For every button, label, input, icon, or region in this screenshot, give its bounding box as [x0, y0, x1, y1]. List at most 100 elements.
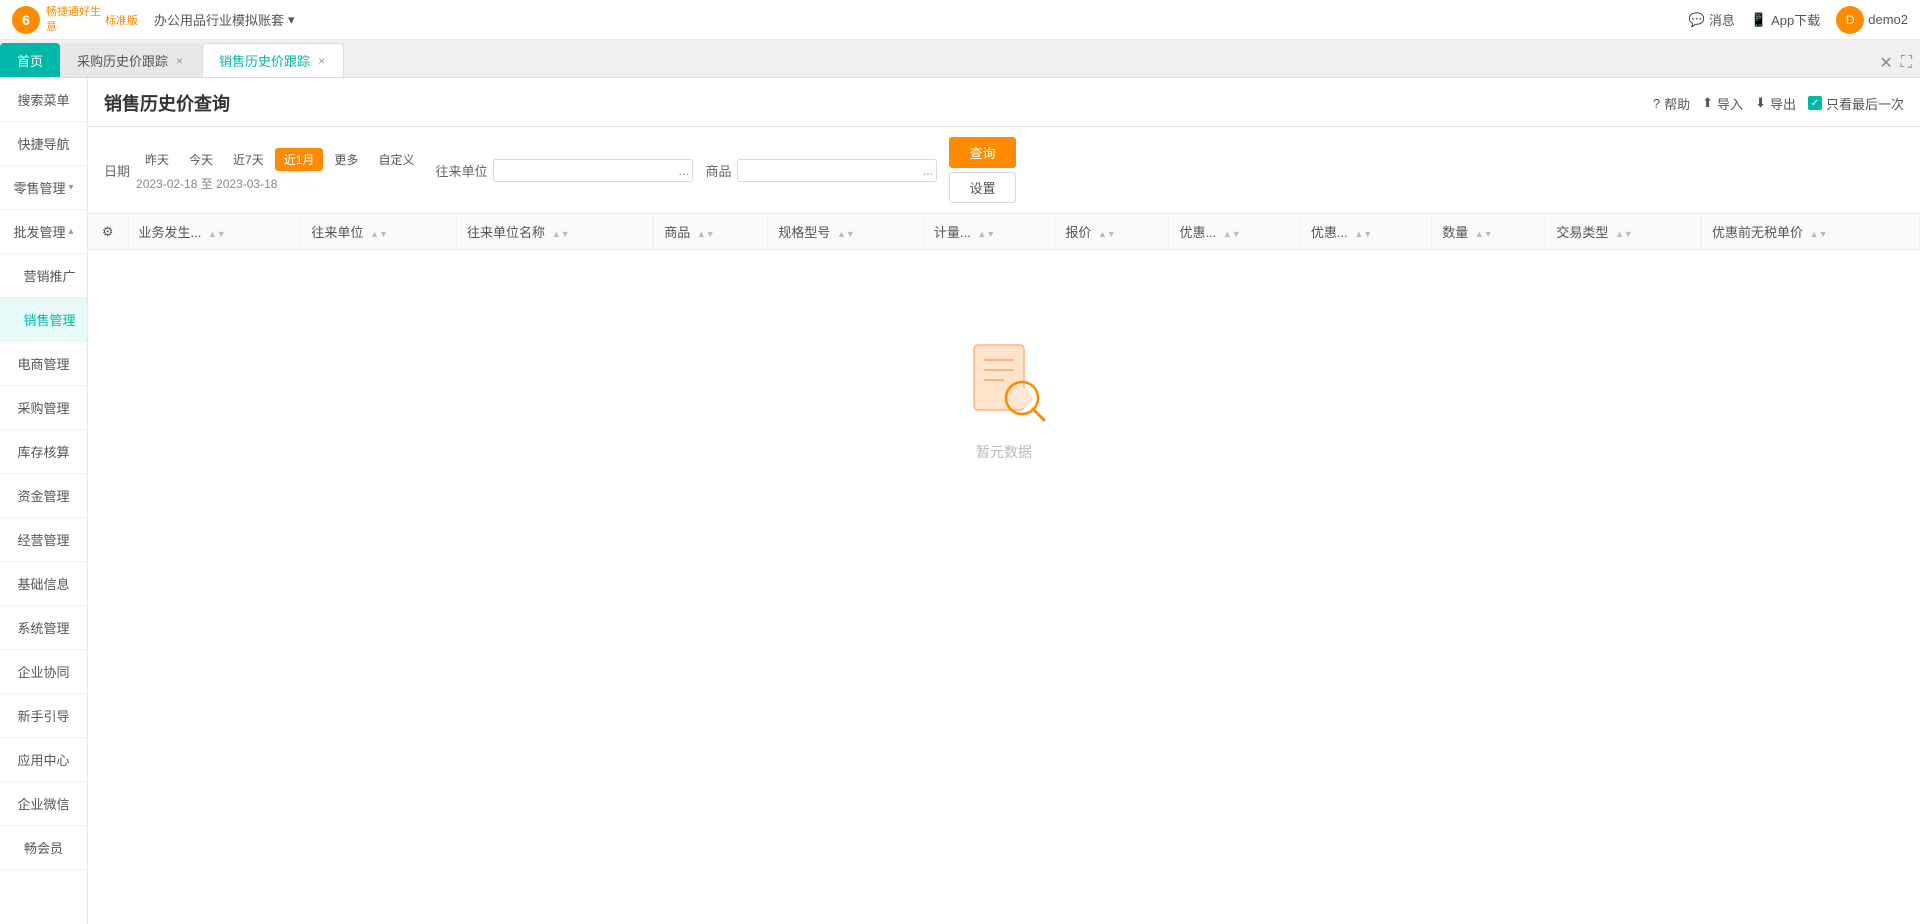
- filter-area: 日期 昨天 今天 近7天 近1月 更多 自定义 2023-02-18 至 202…: [88, 127, 1920, 214]
- chevron-down-icon: ▾: [68, 182, 73, 193]
- sidebar-item-label: 系统管理: [17, 618, 69, 637]
- tab-home[interactable]: 首页: [0, 43, 60, 77]
- sidebar-item-label: 零售管理: [13, 178, 65, 197]
- partner-input[interactable]: [502, 163, 678, 178]
- date-btn-yesterday[interactable]: 昨天: [136, 148, 178, 171]
- export-btn[interactable]: ⬇ 导出: [1755, 94, 1796, 113]
- app-name: 办公用品行业模拟账套: [154, 10, 284, 29]
- chevron-down-icon: ▾: [288, 12, 295, 28]
- close-window-icon[interactable]: ✕: [1879, 53, 1892, 73]
- date-filter-label: 日期: [104, 161, 130, 180]
- settings-button[interactable]: 设置: [949, 172, 1015, 203]
- th-partner-name: 往来单位名称 ▲▼: [457, 214, 654, 250]
- search-button[interactable]: 查询: [949, 137, 1015, 168]
- sidebar-item-label: 经营管理: [17, 530, 69, 549]
- sidebar-item-search-menu[interactable]: 搜索菜单: [0, 78, 87, 122]
- sidebar-item-basic-info[interactable]: 基础信息: [0, 562, 87, 606]
- goods-filter-group: 商品 ...: [705, 159, 937, 182]
- partner-dots[interactable]: ...: [678, 163, 689, 178]
- app-download-label: App下载: [1771, 10, 1820, 29]
- date-btn-1month[interactable]: 近1月: [275, 148, 324, 171]
- sort-icon[interactable]: ▲▼: [208, 229, 226, 239]
- sidebar-item-wechat[interactable]: 企业微信: [0, 782, 87, 826]
- date-btn-more[interactable]: 更多: [325, 148, 367, 171]
- header-right: 💬 消息 📱 App下载 D demo2: [1689, 6, 1908, 34]
- sort-icon[interactable]: ▲▼: [977, 229, 995, 239]
- th-discount1-label: 优惠...: [1179, 225, 1216, 240]
- partner-input-wrap[interactable]: ...: [493, 159, 693, 182]
- sort-icon[interactable]: ▲▼: [370, 229, 388, 239]
- th-spec: 规格型号 ▲▼: [768, 214, 924, 250]
- sort-icon[interactable]: ▲▼: [1223, 229, 1241, 239]
- sidebar-item-purchase[interactable]: 采购管理: [0, 386, 87, 430]
- sidebar-item-sales[interactable]: 销售管理: [0, 298, 87, 342]
- sidebar-item-wholesale[interactable]: 批发管理 ▴: [0, 210, 87, 254]
- sidebar-item-marketing[interactable]: 营销推广: [0, 254, 87, 298]
- sidebar-item-guide[interactable]: 新手引导: [0, 694, 87, 738]
- sidebar-item-label: 应用中心: [17, 750, 69, 769]
- th-discount2: 优惠... ▲▼: [1300, 214, 1431, 250]
- sidebar-item-operations[interactable]: 经营管理: [0, 518, 87, 562]
- sidebar-item-ecommerce[interactable]: 电商管理: [0, 342, 87, 386]
- th-partner-name-label: 往来单位名称: [467, 225, 545, 240]
- th-settings[interactable]: ⚙: [88, 214, 128, 250]
- sidebar-item-retail[interactable]: 零售管理 ▾: [0, 166, 87, 210]
- th-discount2-label: 优惠...: [1311, 225, 1348, 240]
- sidebar-item-label: 库存核算: [17, 442, 69, 461]
- app-download-action[interactable]: 📱 App下载: [1751, 10, 1820, 29]
- import-btn[interactable]: ⬆ 导入: [1702, 94, 1743, 113]
- app-selector[interactable]: 办公用品行业模拟账套 ▾: [146, 6, 303, 33]
- tab-purchase-history[interactable]: 采购历史价跟踪 ×: [60, 43, 202, 77]
- avatar: D: [1836, 6, 1864, 34]
- th-price-label: 报价: [1065, 225, 1091, 240]
- sidebar-item-app-center[interactable]: 应用中心: [0, 738, 87, 782]
- sidebar-item-inventory[interactable]: 库存核算: [0, 430, 87, 474]
- date-btn-today[interactable]: 今天: [180, 148, 222, 171]
- date-btn-custom[interactable]: 自定义: [369, 148, 423, 171]
- sort-icon[interactable]: ▲▼: [1354, 229, 1372, 239]
- sort-icon[interactable]: ▲▼: [552, 229, 570, 239]
- partner-filter-group: 往来单位 ...: [435, 159, 693, 182]
- sidebar-item-finance[interactable]: 资金管理: [0, 474, 87, 518]
- sort-icon[interactable]: ▲▼: [1810, 229, 1828, 239]
- gear-icon[interactable]: ⚙: [102, 224, 114, 239]
- sort-icon[interactable]: ▲▼: [1098, 229, 1116, 239]
- partner-label: 往来单位: [435, 161, 487, 180]
- date-btn-7days[interactable]: 近7天: [224, 148, 273, 171]
- th-unit: 计量... ▲▼: [923, 214, 1054, 250]
- checkbox-label-text: 只看最后一次: [1826, 94, 1904, 113]
- sidebar-item-enterprise[interactable]: 企业协同: [0, 650, 87, 694]
- sidebar-item-label: 搜索菜单: [17, 90, 69, 109]
- sidebar-item-label: 企业微信: [17, 794, 69, 813]
- last-only-checkbox[interactable]: ✓ 只看最后一次: [1808, 94, 1904, 113]
- maximize-icon[interactable]: ⛶: [1901, 54, 1912, 72]
- tab-sales-history[interactable]: 销售历史价跟踪 ×: [202, 43, 344, 77]
- sort-icon[interactable]: ▲▼: [1475, 229, 1493, 239]
- sidebar-item-member[interactable]: 畅会员: [0, 826, 87, 870]
- tab-purchase-close[interactable]: ×: [174, 52, 185, 70]
- sidebar-item-label: 企业协同: [17, 662, 69, 681]
- sidebar-item-label: 批发管理: [13, 222, 65, 241]
- sidebar-item-quick-nav[interactable]: 快捷导航: [0, 122, 87, 166]
- th-trade-type: 交易类型 ▲▼: [1546, 214, 1702, 250]
- tabs-bar: 首页 采购历史价跟踪 × 销售历史价跟踪 × ✕ ⛶: [0, 40, 1920, 78]
- export-icon: ⬇: [1755, 95, 1766, 111]
- export-label: 导出: [1770, 94, 1796, 113]
- goods-dots[interactable]: ...: [922, 163, 933, 178]
- sort-icon[interactable]: ▲▼: [837, 229, 855, 239]
- sort-icon[interactable]: ▲▼: [697, 229, 715, 239]
- user-menu[interactable]: D demo2: [1836, 6, 1908, 34]
- goods-input-wrap[interactable]: ...: [737, 159, 937, 182]
- sidebar-item-system[interactable]: 系统管理: [0, 606, 87, 650]
- sidebar-item-label: 营销推广: [23, 266, 75, 285]
- sort-icon[interactable]: ▲▼: [1615, 229, 1633, 239]
- th-biz-date-label: 业务发生...: [139, 225, 202, 240]
- message-label: 消息: [1709, 10, 1735, 29]
- help-btn[interactable]: ? 帮助: [1653, 94, 1690, 113]
- goods-input[interactable]: [746, 163, 922, 178]
- tab-sales-close[interactable]: ×: [316, 52, 327, 70]
- th-spec-label: 规格型号: [778, 225, 830, 240]
- message-action[interactable]: 💬 消息: [1689, 10, 1735, 29]
- th-trade-type-label: 交易类型: [1556, 225, 1608, 240]
- logo-icon: 6: [12, 6, 40, 34]
